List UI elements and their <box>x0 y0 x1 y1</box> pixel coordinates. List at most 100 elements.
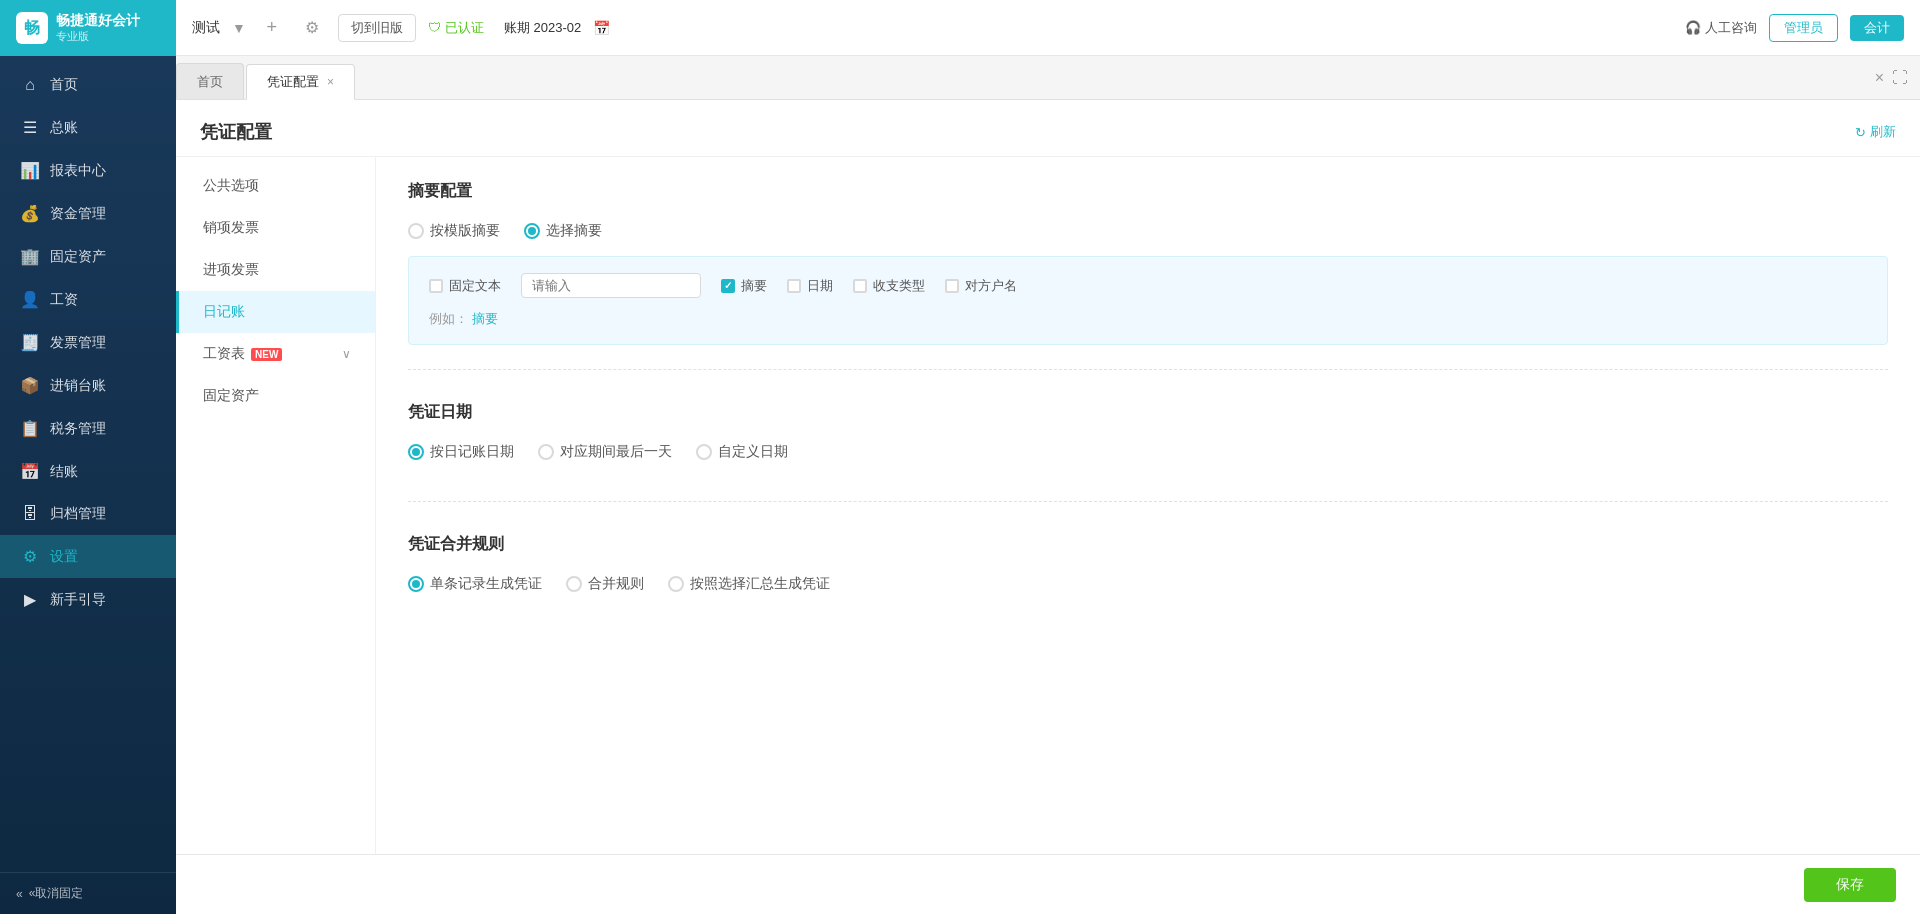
accountant-btn[interactable]: 会计 <box>1850 15 1904 41</box>
tab-home[interactable]: 首页 <box>176 63 244 99</box>
report-icon: 📊 <box>20 161 40 180</box>
left-nav-item-purchase_inv[interactable]: 进项发票 <box>176 249 375 291</box>
refresh-btn[interactable]: ↻ 刷新 <box>1855 123 1896 141</box>
switch-old-btn[interactable]: 切到旧版 <box>338 14 416 42</box>
example-prefix: 例如： <box>429 311 468 326</box>
radio-single[interactable]: 单条记录生成凭证 <box>408 575 542 593</box>
sidebar-item-settings[interactable]: ⚙ 设置 <box>0 535 176 578</box>
logo-icon: 畅 <box>16 12 48 44</box>
page-header: 凭证配置 ↻ 刷新 <box>176 100 1920 157</box>
checkbox-income-type-outer <box>853 279 867 293</box>
radio-merge-rule-outer <box>566 576 582 592</box>
radio-select-inner <box>528 227 536 235</box>
sidebar-nav: ⌂ 首页 ☰ 总账 📊 报表中心 💰 资金管理 🏢 固定资产 👤 工资 🧾 发票… <box>0 56 176 872</box>
radio-journal-date[interactable]: 按日记账日期 <box>408 443 514 461</box>
sidebar-item-payroll[interactable]: 👤 工资 <box>0 278 176 321</box>
income-type-label: 收支类型 <box>873 277 925 295</box>
sidebar-item-guide[interactable]: ▶ 新手引导 <box>0 578 176 621</box>
close-window-btn[interactable]: × <box>1875 69 1884 87</box>
left-nav-item-fixed_assets[interactable]: 固定资产 <box>176 375 375 417</box>
left-nav-label-journal: 日记账 <box>203 303 245 321</box>
home-icon: ⌂ <box>20 76 40 94</box>
radio-summary-gen-label: 按照选择汇总生成凭证 <box>690 575 830 593</box>
radio-template-summary[interactable]: 按模版摘要 <box>408 222 500 240</box>
radio-custom-date[interactable]: 自定义日期 <box>696 443 788 461</box>
sidebar-item-tax[interactable]: 📋 税务管理 <box>0 407 176 450</box>
sidebar-item-label-close: 结账 <box>50 463 78 481</box>
logo-name: 畅捷通好会计 <box>56 12 140 29</box>
sidebar-item-capital[interactable]: 💰 资金管理 <box>0 192 176 235</box>
fixed-text-input[interactable] <box>521 273 701 298</box>
tab-close-icon[interactable]: × <box>327 75 334 89</box>
cancel-fixed-btn[interactable]: « «取消固定 <box>0 872 176 914</box>
checkbox-counterpart[interactable]: 对方户名 <box>945 277 1017 295</box>
sidebar-item-purchase[interactable]: 📦 进销台账 <box>0 364 176 407</box>
logo-edition: 专业版 <box>56 29 140 44</box>
guide-icon: ▶ <box>20 590 40 609</box>
sidebar-item-report[interactable]: 📊 报表中心 <box>0 149 176 192</box>
radio-select-outer <box>524 223 540 239</box>
radio-single-label: 单条记录生成凭证 <box>430 575 542 593</box>
sidebar-item-label-purchase: 进销台账 <box>50 377 106 395</box>
summary-config-box: 固定文本 ✓ 摘要 <box>408 256 1888 345</box>
sidebar-logo: 畅 畅捷通好会计 专业版 <box>0 0 176 56</box>
counterpart-label: 对方户名 <box>965 277 1017 295</box>
checkbox-date[interactable]: 日期 <box>787 277 833 295</box>
tabs-bar: 首页 凭证配置 × × ⛶ <box>176 56 1920 100</box>
consult-btn[interactable]: 🎧 人工咨询 <box>1685 19 1757 37</box>
refresh-label: 刷新 <box>1870 123 1896 141</box>
period-label: 账期 2023-02 <box>504 19 581 37</box>
radio-template-outer <box>408 223 424 239</box>
radio-period-last[interactable]: 对应期间最后一天 <box>538 443 672 461</box>
sidebar-item-home[interactable]: ⌂ 首页 <box>0 64 176 106</box>
left-nav-label-sales: 销项发票 <box>203 219 259 237</box>
company-dropdown-icon[interactable]: ▼ <box>232 20 246 36</box>
example-value: 摘要 <box>472 311 498 326</box>
radio-summary-gen[interactable]: 按照选择汇总生成凭证 <box>668 575 830 593</box>
checkbox-income-type[interactable]: 收支类型 <box>853 277 925 295</box>
date-radio-group: 按日记账日期 对应期间最后一天 自定义日期 <box>408 443 1888 461</box>
sidebar-item-assets[interactable]: 🏢 固定资产 <box>0 235 176 278</box>
radio-journal-date-label: 按日记账日期 <box>430 443 514 461</box>
chevron-payroll_table: ∨ <box>342 347 351 361</box>
sidebar-item-archive[interactable]: 🗄 归档管理 <box>0 493 176 535</box>
calendar-icon[interactable]: 📅 <box>593 20 610 36</box>
left-nav-item-public[interactable]: 公共选项 <box>176 165 375 207</box>
add-company-btn[interactable]: + <box>258 14 286 42</box>
tab-voucher-config[interactable]: 凭证配置 × <box>246 64 355 100</box>
fullscreen-btn[interactable]: ⛶ <box>1892 69 1908 87</box>
new-badge-payroll_table: NEW <box>251 348 282 361</box>
tax-icon: 📋 <box>20 419 40 438</box>
summary-config-row: 固定文本 ✓ 摘要 <box>429 273 1867 298</box>
left-nav-item-payroll_table[interactable]: 工资表NEW∨ <box>176 333 375 375</box>
radio-period-last-label: 对应期间最后一天 <box>560 443 672 461</box>
radio-custom-date-label: 自定义日期 <box>718 443 788 461</box>
sidebar-item-label-settings: 设置 <box>50 548 78 566</box>
left-nav-item-journal[interactable]: 日记账 <box>176 291 375 333</box>
radio-journal-date-inner <box>412 448 420 456</box>
right-content: 摘要配置 按模版摘要 选择摘要 <box>376 157 1920 906</box>
sidebar-item-label-ledger: 总账 <box>50 119 78 137</box>
checkbox-summary[interactable]: ✓ 摘要 <box>721 277 767 295</box>
tab-voucher-config-label: 凭证配置 <box>267 73 319 91</box>
section-merge: 凭证合并规则 单条记录生成凭证 合并规则 <box>408 534 1888 633</box>
checkbox-fixed-text[interactable]: 固定文本 <box>429 277 501 295</box>
radio-period-last-outer <box>538 444 554 460</box>
section-date: 凭证日期 按日记账日期 对应期间最后一天 <box>408 402 1888 502</box>
radio-select-summary[interactable]: 选择摘要 <box>524 222 602 240</box>
admin-btn[interactable]: 管理员 <box>1769 14 1838 42</box>
sidebar-item-close[interactable]: 📅 结账 <box>0 450 176 493</box>
sidebar-item-invoice[interactable]: 🧾 发票管理 <box>0 321 176 364</box>
company-name: 测试 <box>192 19 220 37</box>
radio-single-inner <box>412 580 420 588</box>
sidebar-item-label-home: 首页 <box>50 76 78 94</box>
radio-merge-rule[interactable]: 合并规则 <box>566 575 644 593</box>
settings-gear-icon[interactable]: ⚙ <box>298 14 326 42</box>
sidebar-item-ledger[interactable]: ☰ 总账 <box>0 106 176 149</box>
radio-select-label: 选择摘要 <box>546 222 602 240</box>
save-btn[interactable]: 保存 <box>1804 868 1896 902</box>
date-section-title: 凭证日期 <box>408 402 1888 423</box>
cancel-fixed-icon: « <box>16 887 23 901</box>
left-nav-item-sales[interactable]: 销项发票 <box>176 207 375 249</box>
close-icon: 📅 <box>20 462 40 481</box>
